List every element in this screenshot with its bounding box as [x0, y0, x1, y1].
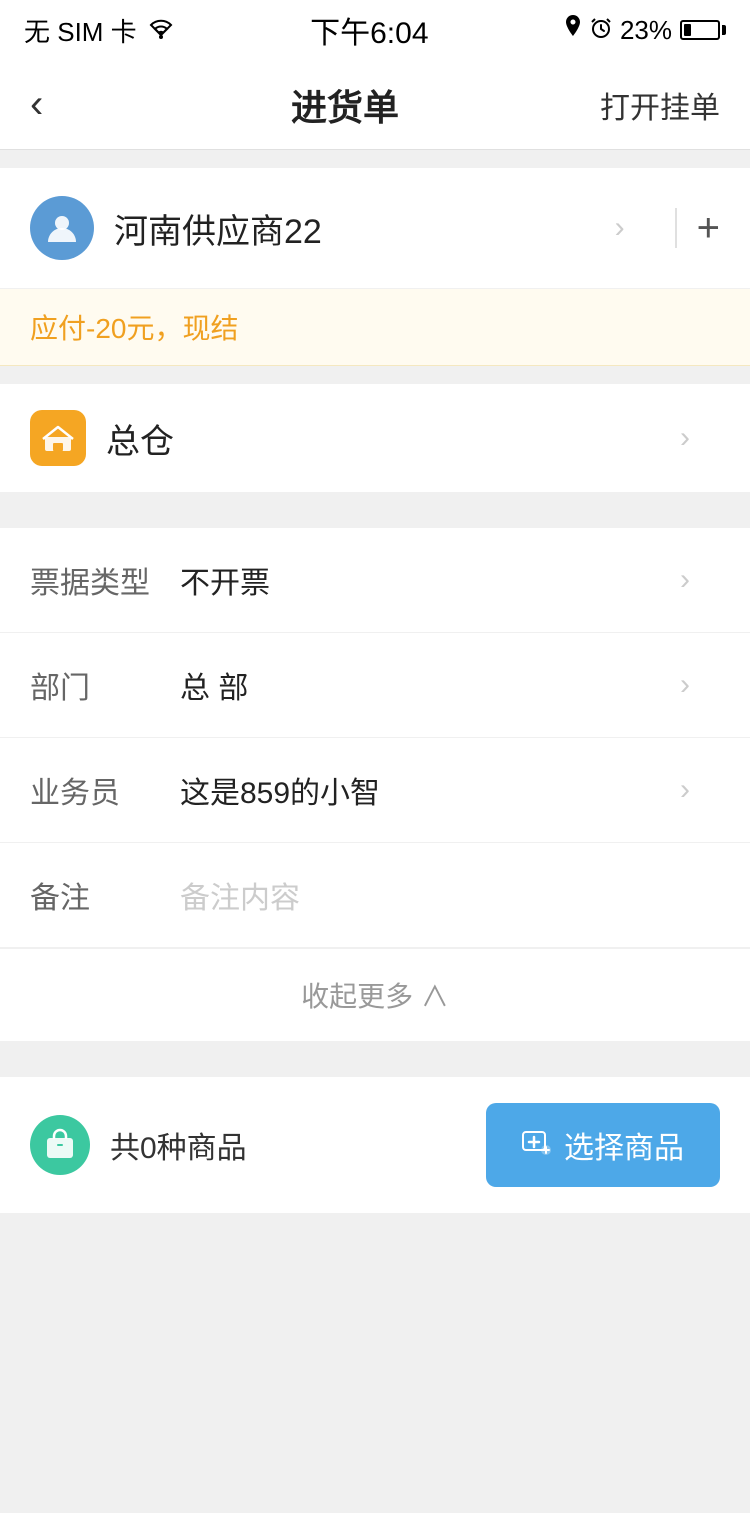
- form-row-salesperson[interactable]: 业务员 这是859的小智 ›: [0, 738, 750, 843]
- battery-percentage: 23%: [620, 15, 672, 46]
- alarm-icon: [590, 15, 612, 46]
- collapse-label: 收起更多 ∧: [301, 975, 449, 1015]
- select-btn-icon: [522, 1128, 552, 1163]
- open-pending-button[interactable]: 打开挂单: [600, 83, 720, 127]
- battery-icon: [680, 20, 726, 40]
- wifi-icon: [147, 15, 175, 46]
- department-chevron-icon: ›: [680, 668, 690, 702]
- warehouse-icon: [30, 410, 86, 466]
- supplier-chevron-icon: ›: [615, 211, 625, 245]
- status-right: 23%: [564, 15, 726, 46]
- warehouse-chevron-icon: ›: [680, 421, 690, 455]
- select-product-label: 选择商品: [564, 1123, 684, 1167]
- form-row-department[interactable]: 部门 总 部 ›: [0, 633, 750, 738]
- location-icon: [564, 15, 582, 46]
- back-button[interactable]: ‹: [30, 82, 90, 127]
- page-background: [0, 1213, 750, 1513]
- separator-2: [0, 366, 750, 384]
- separator-1: [0, 150, 750, 168]
- department-value: 总 部: [160, 663, 680, 707]
- product-icon: [30, 1115, 90, 1175]
- salesperson-label: 业务员: [30, 768, 160, 812]
- invoice-value: 不开票: [160, 558, 680, 602]
- supplier-divider: [675, 208, 677, 248]
- remark-input[interactable]: 备注内容: [160, 873, 720, 917]
- supplier-name: 河南供应商22: [114, 204, 615, 253]
- status-left: 无 SIM 卡: [24, 12, 175, 49]
- separator-3: [0, 492, 750, 510]
- separator-4: [0, 1041, 750, 1059]
- supplier-card: 河南供应商22 › + 应付-20元，现结: [0, 168, 750, 366]
- salesperson-chevron-icon: ›: [680, 773, 690, 807]
- invoice-label: 票据类型: [30, 558, 160, 602]
- page-title: 进货单: [291, 79, 399, 131]
- warehouse-name: 总仓: [106, 414, 680, 463]
- form-row-remark[interactable]: 备注 备注内容: [0, 843, 750, 948]
- invoice-chevron-icon: ›: [680, 563, 690, 597]
- bottom-section: 共0种商品 选择商品: [0, 1077, 750, 1213]
- product-count: 共0种商品: [110, 1123, 466, 1167]
- remark-label: 备注: [30, 873, 160, 917]
- salesperson-value: 这是859的小智: [160, 768, 680, 812]
- status-time: 下午6:04: [310, 8, 428, 52]
- supplier-avatar: [30, 196, 94, 260]
- form-section: 票据类型 不开票 › 部门 总 部 › 业务员 这是859的小智 › 备注 备注…: [0, 528, 750, 1041]
- carrier-label: 无 SIM 卡: [24, 12, 137, 49]
- nav-bar: ‹ 进货单 打开挂单: [0, 60, 750, 150]
- notice-text: 应付-20元，现结: [30, 313, 238, 344]
- select-product-button[interactable]: 选择商品: [486, 1103, 720, 1187]
- add-icon[interactable]: +: [697, 206, 720, 251]
- collapse-row[interactable]: 收起更多 ∧: [0, 948, 750, 1041]
- supplier-row[interactable]: 河南供应商22 › +: [0, 168, 750, 289]
- form-row-invoice[interactable]: 票据类型 不开票 ›: [0, 528, 750, 633]
- department-label: 部门: [30, 663, 160, 707]
- status-bar: 无 SIM 卡 下午6:04 23%: [0, 0, 750, 60]
- notice-bar: 应付-20元，现结: [0, 289, 750, 366]
- warehouse-row[interactable]: 总仓 ›: [0, 384, 750, 492]
